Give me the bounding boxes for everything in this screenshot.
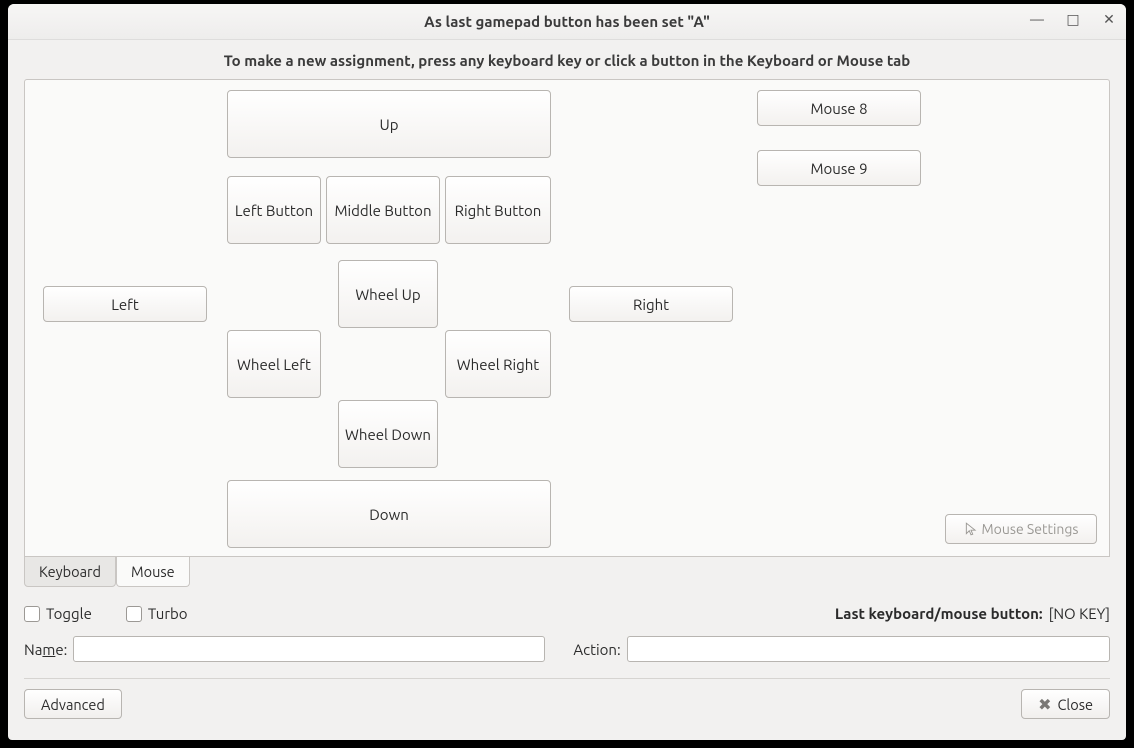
tab-mouse[interactable]: Mouse [116, 556, 190, 587]
window-title: As last gamepad button has been set "A" [424, 13, 710, 30]
close-button-label: Close [1058, 696, 1093, 713]
window-controls: — □ ✕ [1026, 8, 1120, 30]
mouse-settings-label: Mouse Settings [982, 521, 1079, 537]
name-label: Name: [24, 641, 67, 658]
mouse-8-button[interactable]: Mouse 8 [757, 90, 921, 126]
mouse-middle-button[interactable]: Middle Button [326, 176, 440, 244]
mouse-move-left-button[interactable]: Left [43, 286, 207, 322]
mouse-right-button[interactable]: Right Button [445, 176, 551, 244]
wheel-right-button[interactable]: Wheel Right [445, 330, 551, 398]
mouse-left-button[interactable]: Left Button [227, 176, 321, 244]
tabs: Keyboard Mouse [24, 557, 1110, 587]
mouse-settings-button[interactable]: Mouse Settings [945, 514, 1097, 544]
name-input[interactable] [73, 636, 545, 662]
mouse-up-button[interactable]: Up [227, 90, 551, 158]
close-icon[interactable]: ✕ [1098, 8, 1120, 30]
toggle-checkbox[interactable] [24, 606, 40, 622]
instructions-text: To make a new assignment, press any keyb… [8, 40, 1126, 79]
mouse-move-right-button[interactable]: Right [569, 286, 733, 322]
maximize-icon[interactable]: □ [1062, 8, 1084, 30]
wheel-up-button[interactable]: Wheel Up [338, 260, 438, 328]
last-button-label: Last keyboard/mouse button: [835, 605, 1043, 622]
toggle-label: Toggle [46, 605, 92, 622]
flags-row: Toggle Turbo Last keyboard/mouse button:… [24, 605, 1110, 622]
mouse-down-button[interactable]: Down [227, 480, 551, 548]
minimize-icon[interactable]: — [1026, 8, 1048, 30]
tab-keyboard[interactable]: Keyboard [24, 556, 116, 587]
mouse-panel: Up Left Button Middle Button Right Butto… [24, 79, 1110, 557]
wheel-down-button[interactable]: Wheel Down [338, 400, 438, 468]
separator [24, 678, 1110, 679]
close-x-icon: ✖ [1038, 695, 1051, 714]
action-label: Action: [573, 641, 620, 658]
close-button[interactable]: ✖ Close [1021, 689, 1110, 719]
mouse-9-button[interactable]: Mouse 9 [757, 150, 921, 186]
wheel-left-button[interactable]: Wheel Left [227, 330, 321, 398]
footer: Advanced ✖ Close [24, 689, 1110, 719]
turbo-checkbox[interactable] [126, 606, 142, 622]
dialog-window: As last gamepad button has been set "A" … [8, 4, 1126, 740]
advanced-button[interactable]: Advanced [24, 689, 122, 719]
titlebar: As last gamepad button has been set "A" … [8, 4, 1126, 40]
fields-row: Name: Action: [24, 636, 1110, 662]
last-button-value: [NO KEY] [1049, 605, 1110, 622]
cursor-icon [964, 522, 978, 536]
turbo-label: Turbo [148, 605, 188, 622]
action-input[interactable] [627, 636, 1110, 662]
